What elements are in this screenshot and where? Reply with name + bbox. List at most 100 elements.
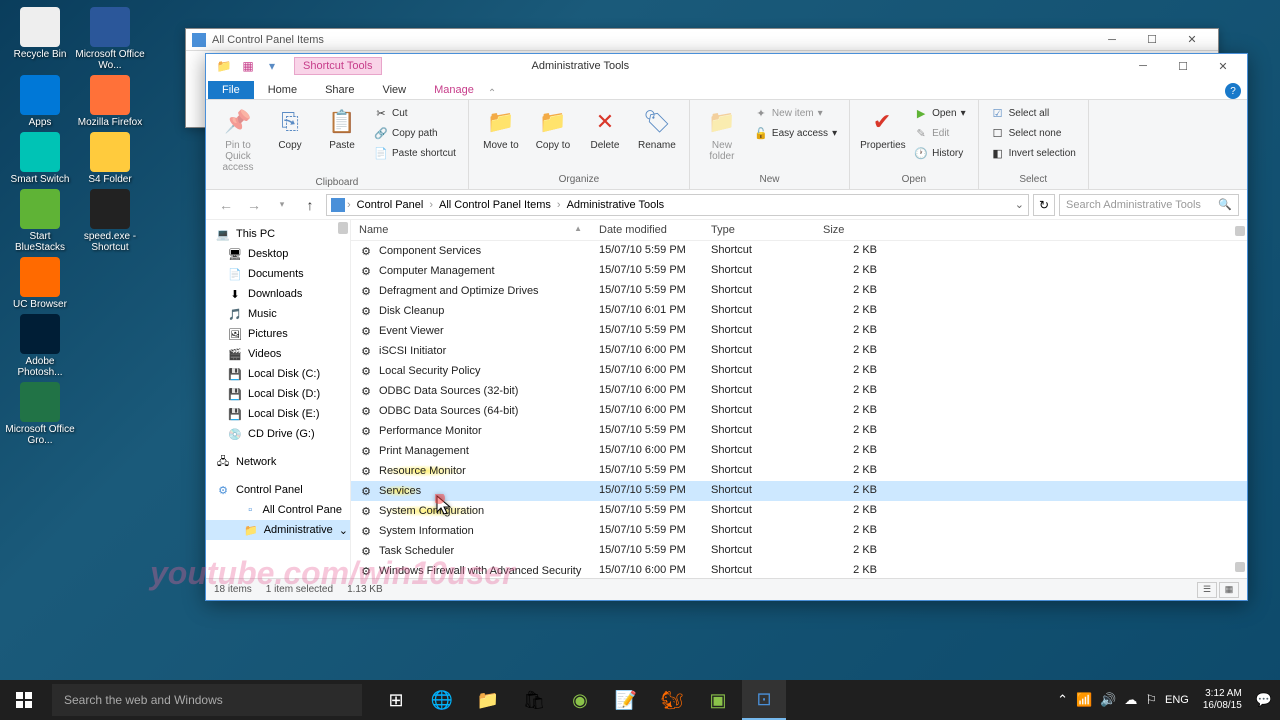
- select-all-button[interactable]: ☑Select all: [987, 104, 1080, 122]
- invert-selection-button[interactable]: ◧Invert selection: [987, 144, 1080, 162]
- desktop-icon[interactable]: Start BlueStacks: [5, 189, 75, 253]
- refresh-button[interactable]: ↻: [1033, 194, 1055, 216]
- breadcrumb-item[interactable]: Control Panel: [353, 199, 428, 211]
- task-store[interactable]: 🛍: [512, 680, 556, 720]
- copy-to-button[interactable]: 📁Copy to: [529, 104, 577, 153]
- nav-item[interactable]: 💿CD Drive (G:): [206, 424, 350, 444]
- desktop-icon[interactable]: speed.exe - Shortcut: [75, 189, 145, 253]
- column-type[interactable]: Type: [703, 220, 815, 240]
- desktop-icon[interactable]: Microsoft Office Gro...: [5, 382, 75, 446]
- move-to-button[interactable]: 📁Move to: [477, 104, 525, 153]
- file-row[interactable]: ⚙Performance Monitor15/07/10 5:59 PMShor…: [351, 421, 1247, 441]
- file-row[interactable]: ⚙Print Management15/07/10 6:00 PMShortcu…: [351, 441, 1247, 461]
- nav-item[interactable]: 💾Local Disk (C:): [206, 364, 350, 384]
- maximize-button[interactable]: ☐: [1132, 29, 1172, 51]
- paste-shortcut-button[interactable]: 📄Paste shortcut: [370, 144, 460, 162]
- nav-item[interactable]: 🎵Music: [206, 304, 350, 324]
- desktop-icon[interactable]: Microsoft Office Wo...: [75, 7, 145, 71]
- new-folder-button[interactable]: 📁New folder: [698, 104, 746, 164]
- file-row[interactable]: ⚙Task Scheduler15/07/10 5:59 PMShortcut2…: [351, 541, 1247, 561]
- nav-item[interactable]: 💾Local Disk (D:): [206, 384, 350, 404]
- large-icons-view-button[interactable]: ▦: [1219, 582, 1239, 598]
- nav-item[interactable]: 🖥Desktop: [206, 244, 350, 264]
- file-row[interactable]: ⚙Component Services15/07/10 5:59 PMShort…: [351, 241, 1247, 261]
- details-view-button[interactable]: ☰: [1197, 582, 1217, 598]
- breadcrumb-dropdown-icon[interactable]: ⌄: [1015, 198, 1024, 211]
- desktop-icon[interactable]: Mozilla Firefox: [75, 75, 145, 128]
- file-row[interactable]: ⚙System Configuration15/07/10 5:59 PMSho…: [351, 501, 1247, 521]
- breadcrumb-item[interactable]: Administrative Tools: [563, 199, 669, 211]
- file-row[interactable]: ⚙System Information15/07/10 5:59 PMShort…: [351, 521, 1247, 541]
- task-explorer[interactable]: 📁: [466, 680, 510, 720]
- file-row[interactable]: ⚙Windows Firewall with Advanced Security…: [351, 561, 1247, 578]
- tab-view[interactable]: View: [368, 81, 420, 99]
- tab-file[interactable]: File: [208, 81, 254, 99]
- taskbar-search-input[interactable]: Search the web and Windows: [52, 684, 362, 716]
- nav-network[interactable]: 🖧Network: [206, 452, 350, 472]
- task-uc[interactable]: 🐿: [650, 680, 694, 720]
- tray-notifications-icon[interactable]: 💬: [1256, 692, 1272, 708]
- file-row[interactable]: ⚙Services15/07/10 5:59 PMShortcut2 KB: [351, 481, 1247, 501]
- nav-item[interactable]: 🎬Videos: [206, 344, 350, 364]
- close-button[interactable]: ✕: [1172, 29, 1212, 51]
- tray-volume-icon[interactable]: 🔊: [1100, 692, 1116, 708]
- tray-network-icon[interactable]: 📶: [1076, 692, 1092, 708]
- task-notepad[interactable]: 📝: [604, 680, 648, 720]
- tab-manage[interactable]: Manage: [420, 81, 488, 99]
- nav-control-panel[interactable]: ⚙Control Panel: [206, 480, 350, 500]
- file-row[interactable]: ⚙Computer Management15/07/10 5:59 PMShor…: [351, 261, 1247, 281]
- scroll-down-icon[interactable]: [1235, 562, 1245, 572]
- breadcrumb[interactable]: › Control Panel › All Control Panel Item…: [326, 194, 1029, 216]
- tray-clock[interactable]: 3:12 AM 16/08/15: [1197, 688, 1248, 712]
- edit-button[interactable]: ✎Edit: [910, 124, 970, 142]
- scroll-up-icon[interactable]: [338, 222, 348, 234]
- column-size[interactable]: Size: [815, 220, 885, 240]
- task-control-panel[interactable]: ⊡: [742, 680, 786, 720]
- desktop-icon[interactable]: UC Browser: [5, 257, 75, 310]
- nav-item[interactable]: ⬇Downloads: [206, 284, 350, 304]
- history-button[interactable]: 🕐History: [910, 144, 970, 162]
- pin-to-quick-access-button[interactable]: 📌Pin to Quick access: [214, 104, 262, 175]
- task-camtasia[interactable]: ▣: [696, 680, 740, 720]
- tray-flag-icon[interactable]: ⚐: [1145, 692, 1157, 708]
- back-button[interactable]: ←: [214, 193, 238, 217]
- file-row[interactable]: ⚙Event Viewer15/07/10 5:59 PMShortcut2 K…: [351, 321, 1247, 341]
- minimize-button[interactable]: ─: [1123, 55, 1163, 77]
- select-none-button[interactable]: ☐Select none: [987, 124, 1080, 142]
- tray-chevron-up-icon[interactable]: ⌃: [1057, 692, 1068, 708]
- breadcrumb-item[interactable]: All Control Panel Items: [435, 199, 555, 211]
- maximize-button[interactable]: ☐: [1163, 55, 1203, 77]
- desktop-icon[interactable]: Recycle Bin: [5, 7, 75, 60]
- collapse-ribbon-icon[interactable]: ⌃: [488, 88, 496, 99]
- file-row[interactable]: ⚙ODBC Data Sources (32-bit)15/07/10 6:00…: [351, 381, 1247, 401]
- properties-button[interactable]: ✔Properties: [858, 104, 906, 153]
- forward-button[interactable]: →: [242, 193, 266, 217]
- task-view-button[interactable]: ⊞: [374, 680, 418, 720]
- desktop-icon[interactable]: S4 Folder: [75, 132, 145, 185]
- properties-qat-icon[interactable]: ▦: [238, 56, 258, 76]
- file-row[interactable]: ⚙iSCSI Initiator15/07/10 6:00 PMShortcut…: [351, 341, 1247, 361]
- paste-button[interactable]: 📋Paste: [318, 104, 366, 153]
- nav-all-control-panel-items[interactable]: ▫All Control Pane: [206, 500, 350, 520]
- tab-home[interactable]: Home: [254, 81, 311, 99]
- start-button[interactable]: [0, 680, 48, 720]
- file-row[interactable]: ⚙ODBC Data Sources (64-bit)15/07/10 6:00…: [351, 401, 1247, 421]
- file-row[interactable]: ⚙Local Security Policy15/07/10 6:00 PMSh…: [351, 361, 1247, 381]
- copy-button[interactable]: ⎘Copy: [266, 104, 314, 153]
- desktop-icon[interactable]: Smart Switch: [5, 132, 75, 185]
- nav-item[interactable]: 📄Documents: [206, 264, 350, 284]
- desktop-icon[interactable]: Adobe Photosh...: [5, 314, 75, 378]
- nav-item[interactable]: 🖼Pictures: [206, 324, 350, 344]
- file-row[interactable]: ⚙Defragment and Optimize Drives15/07/10 …: [351, 281, 1247, 301]
- easy-access-button[interactable]: 🔓Easy access ▾: [750, 124, 841, 142]
- nav-administrative-tools[interactable]: 📁Administrative ⌄: [206, 520, 350, 540]
- nav-item[interactable]: 💾Local Disk (E:): [206, 404, 350, 424]
- new-folder-qat-icon[interactable]: ▾: [262, 56, 282, 76]
- tab-share[interactable]: Share: [311, 81, 368, 99]
- minimize-button[interactable]: ─: [1092, 29, 1132, 51]
- desktop-icon[interactable]: Apps: [5, 75, 75, 128]
- copy-path-button[interactable]: 🔗Copy path: [370, 124, 460, 142]
- folder-icon[interactable]: 📁: [214, 56, 234, 76]
- open-button[interactable]: ▶Open ▾: [910, 104, 970, 122]
- task-browser[interactable]: 🌐: [420, 680, 464, 720]
